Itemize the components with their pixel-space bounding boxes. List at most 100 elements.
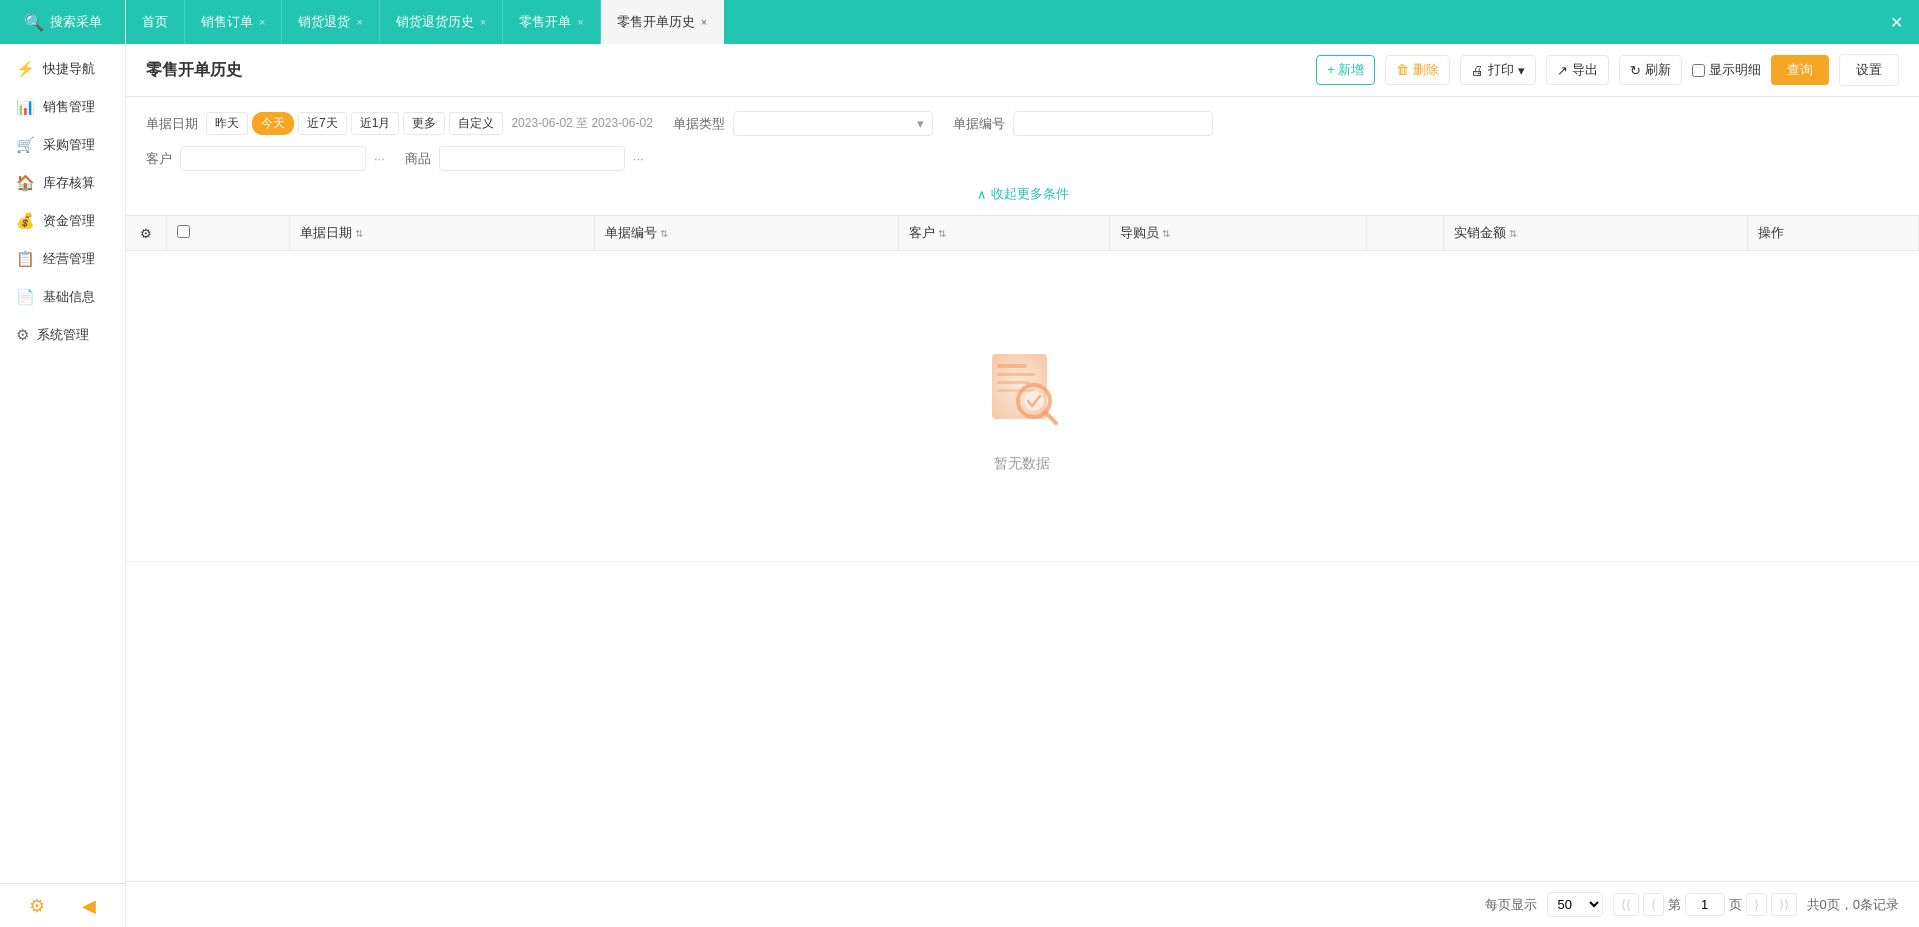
page-input[interactable]: 1 bbox=[1685, 893, 1725, 916]
date-filter: 单据日期 昨天 今天 近7天 近1月 更多 自定义 2023-06-02 至 2… bbox=[146, 112, 653, 135]
customer-input[interactable] bbox=[180, 146, 366, 171]
goods-filter: 商品 ··· bbox=[405, 146, 644, 171]
type-label: 单据类型 bbox=[673, 115, 725, 133]
th-customer: 客户 ⇅ bbox=[899, 216, 1109, 251]
type-select-value bbox=[742, 116, 746, 131]
sidebar-item-purchase-mgmt[interactable]: 🛒采购管理 bbox=[0, 126, 125, 164]
tab-sales-return-history[interactable]: 销货退货历史 × bbox=[380, 0, 503, 44]
search-btn[interactable]: 🔍 搜索采单 bbox=[0, 0, 125, 44]
total-info: 共0页，0条记录 bbox=[1807, 896, 1899, 914]
tab-sales-return-history-close[interactable]: × bbox=[480, 17, 486, 28]
th-customer-sort-icon: ⇅ bbox=[938, 228, 946, 239]
th-checkbox-col bbox=[166, 216, 289, 251]
type-select[interactable]: ▾ bbox=[733, 111, 933, 136]
th-date-sort-icon: ⇅ bbox=[355, 228, 363, 239]
empty-cell: 暂无数据 bbox=[126, 251, 1919, 562]
th-date-sort[interactable]: 单据日期 ⇅ bbox=[300, 224, 584, 242]
date-btn-more[interactable]: 更多 bbox=[403, 112, 445, 135]
tab-retail-history-close[interactable]: × bbox=[701, 17, 707, 28]
export-button[interactable]: ↗ 导出 bbox=[1546, 55, 1609, 85]
date-range: 2023-06-02 至 2023-06-02 bbox=[511, 115, 652, 132]
empty-row: 暂无数据 bbox=[126, 251, 1919, 562]
sidebar-item-quick-nav[interactable]: ⚡快捷导航 bbox=[0, 50, 125, 88]
nav-label-quick-nav: 快捷导航 bbox=[43, 60, 95, 78]
page-last-btn[interactable]: ⟩⟩ bbox=[1771, 893, 1797, 916]
settings-button[interactable]: 设置 bbox=[1839, 54, 1899, 86]
empty-icon bbox=[972, 339, 1072, 439]
date-btn-custom[interactable]: 自定义 bbox=[449, 112, 503, 135]
date-btn-yesterday[interactable]: 昨天 bbox=[206, 112, 248, 135]
main-content: 首页 销售订单 × 销货退货 × 销货退货历史 × 零售开单 × 零售开单历史 … bbox=[126, 0, 1919, 927]
nav-label-inventory: 库存核算 bbox=[43, 174, 95, 192]
tab-retail-history-label: 零售开单历史 bbox=[617, 13, 695, 31]
sidebar-item-finance[interactable]: 💰资金管理 bbox=[0, 202, 125, 240]
nav-icon-inventory: 🏠 bbox=[16, 174, 35, 192]
add-button[interactable]: + 新增 bbox=[1316, 55, 1375, 85]
th-spacer bbox=[1367, 216, 1443, 251]
sidebar-item-sys-mgmt[interactable]: ⚙系统管理 bbox=[0, 316, 125, 354]
sidebar-item-sales-mgmt[interactable]: 📊销售管理 bbox=[0, 88, 125, 126]
th-amount-sort[interactable]: 实销金额 ⇅ bbox=[1454, 224, 1738, 242]
type-filter: 单据类型 ▾ bbox=[673, 111, 933, 136]
goods-dots[interactable]: ··· bbox=[633, 151, 644, 166]
page-prev-btn[interactable]: ⟨ bbox=[1643, 893, 1664, 916]
tab-sales-return[interactable]: 销货退货 × bbox=[282, 0, 379, 44]
page-next-btn[interactable]: ⟩ bbox=[1746, 893, 1767, 916]
sidebar-item-operations[interactable]: 📋 经营管理 bbox=[0, 240, 125, 278]
window-close-btn[interactable]: ✕ bbox=[1890, 13, 1903, 32]
tab-sales-order-close[interactable]: × bbox=[259, 17, 265, 28]
per-page-label: 每页显示 bbox=[1485, 896, 1537, 914]
nav-icon-operations: 📋 bbox=[16, 250, 35, 268]
display-detail-checkbox[interactable] bbox=[1692, 64, 1705, 77]
empty-state: 暂无数据 bbox=[136, 259, 1909, 553]
th-customer-label: 客户 bbox=[909, 224, 935, 242]
svg-rect-4 bbox=[997, 389, 1035, 392]
collapse-icon[interactable]: ◀ bbox=[82, 895, 96, 917]
nav-label-operations: 经营管理 bbox=[43, 250, 95, 268]
delete-button[interactable]: 🗑 删除 bbox=[1385, 55, 1450, 85]
svg-line-7 bbox=[1045, 412, 1056, 423]
table-settings-icon[interactable]: ⚙ bbox=[140, 226, 152, 241]
nav-icon-sys-mgmt: ⚙ bbox=[16, 326, 29, 344]
search-label: 搜索采单 bbox=[50, 13, 102, 31]
display-detail-label: 显示明细 bbox=[1692, 61, 1761, 79]
th-customer-sort[interactable]: 客户 ⇅ bbox=[909, 224, 1098, 242]
page-suffix: 页 bbox=[1729, 896, 1742, 914]
tab-sales-order-label: 销售订单 bbox=[201, 13, 253, 31]
tab-home-label: 首页 bbox=[142, 13, 168, 31]
collapse-btn[interactable]: ∧ 收起更多条件 bbox=[146, 181, 1899, 207]
th-number-sort[interactable]: 单据编号 ⇅ bbox=[605, 224, 889, 242]
tab-home[interactable]: 首页 bbox=[126, 0, 185, 44]
date-btn-today[interactable]: 今天 bbox=[252, 112, 294, 135]
th-number: 单据编号 ⇅ bbox=[594, 216, 899, 251]
tab-sales-order[interactable]: 销售订单 × bbox=[185, 0, 282, 44]
content-area: 零售开单历史 + 新增 🗑 删除 🖨 打印 ▾ ↗ 导出 ↻ 刷新 bbox=[126, 44, 1919, 927]
sidebar-item-inventory[interactable]: 🏠 库存核算 bbox=[0, 164, 125, 202]
goods-input[interactable] bbox=[439, 146, 625, 171]
number-input[interactable] bbox=[1013, 111, 1213, 136]
data-table: ⚙ 单据日期 ⇅ 单据编号 bbox=[126, 216, 1919, 562]
sidebar-item-basic-info[interactable]: 📄 基础信息 bbox=[0, 278, 125, 316]
select-all-checkbox[interactable] bbox=[177, 225, 190, 238]
tab-retail-open[interactable]: 零售开单 × bbox=[503, 0, 600, 44]
print-button[interactable]: 🖨 打印 ▾ bbox=[1460, 55, 1536, 85]
nav-icon-basic-info: 📄 bbox=[16, 288, 35, 306]
tab-sales-return-close[interactable]: × bbox=[356, 17, 362, 28]
th-number-label: 单据编号 bbox=[605, 224, 657, 242]
date-btn-7days[interactable]: 近7天 bbox=[298, 112, 347, 135]
sidebar-nav: ⚡快捷导航📊销售管理🛒采购管理 🏠 库存核算 💰资金管理 📋 经营管理 📄 基础信息 ⚙系统管理 bbox=[0, 44, 125, 883]
customer-dots[interactable]: ··· bbox=[374, 151, 385, 166]
refresh-button[interactable]: ↻ 刷新 bbox=[1619, 55, 1682, 85]
tab-retail-history[interactable]: 零售开单历史 × bbox=[601, 0, 724, 44]
query-button[interactable]: 查询 bbox=[1771, 55, 1829, 85]
settings-icon[interactable]: ⚙ bbox=[29, 895, 45, 917]
date-btn-1month[interactable]: 近1月 bbox=[351, 112, 400, 135]
th-guide-sort[interactable]: 导购员 ⇅ bbox=[1120, 224, 1357, 242]
th-date: 单据日期 ⇅ bbox=[289, 216, 594, 251]
page-first-btn[interactable]: ⟨⟨ bbox=[1613, 893, 1639, 916]
pagination-bar: 每页显示 50 10 20 100 ⟨⟨ ⟨ 第 1 页 ⟩ ⟩⟩ 共0页，0条… bbox=[126, 881, 1919, 927]
collapse-label: 收起更多条件 bbox=[991, 185, 1069, 203]
per-page-select[interactable]: 50 10 20 100 bbox=[1547, 892, 1603, 917]
nav-label-basic-info: 基础信息 bbox=[43, 288, 95, 306]
tab-retail-open-close[interactable]: × bbox=[577, 17, 583, 28]
